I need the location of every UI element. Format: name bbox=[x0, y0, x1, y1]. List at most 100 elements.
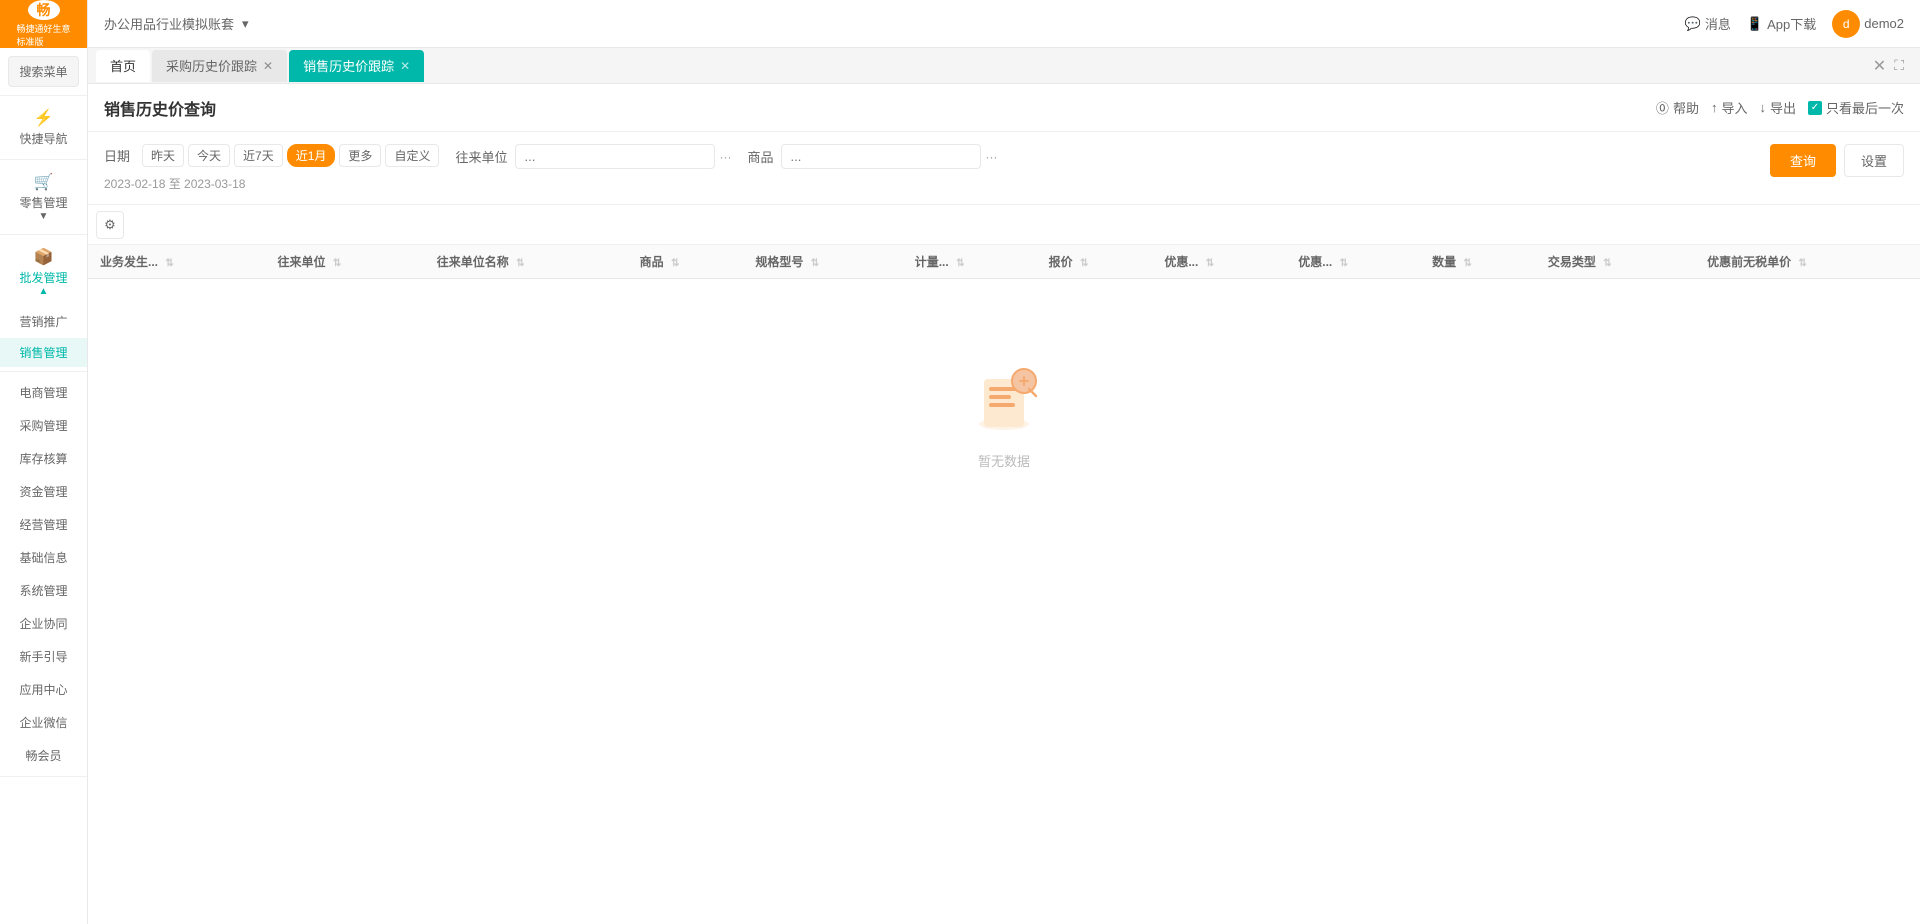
sidebar-item-basic[interactable]: 基础信息 bbox=[0, 541, 87, 574]
table-settings-button[interactable]: ⚙ bbox=[96, 211, 124, 239]
message-label: 消息 bbox=[1705, 14, 1731, 33]
sort-trade-type-icon: ⇅ bbox=[1603, 258, 1611, 269]
goods-more-icon[interactable]: ··· bbox=[985, 150, 997, 164]
date-filter-label: 日期 bbox=[104, 146, 130, 165]
sort-partner-name-icon: ⇅ bbox=[516, 258, 524, 269]
col-partner-code-label: 往来单位 bbox=[277, 255, 325, 269]
sidebar-item-inventory[interactable]: 库存核算 bbox=[0, 442, 87, 475]
only-last-checkbox-group[interactable]: ✓ 只看最后一次 bbox=[1808, 98, 1904, 117]
table-head: 业务发生... ⇅ 往来单位 ⇅ 往来单位名称 ⇅ 商品 bbox=[88, 245, 1920, 279]
sidebar-item-sales[interactable]: 销售管理 bbox=[0, 338, 87, 367]
search-menu-button[interactable]: 搜索菜单 bbox=[8, 56, 79, 87]
member-label: 畅会员 bbox=[25, 747, 61, 764]
retail-icon: 🛒 bbox=[34, 172, 54, 192]
sidebar-item-system[interactable]: 系统管理 bbox=[0, 574, 87, 607]
col-unit-label: 计量... bbox=[915, 255, 949, 269]
topbar-dropdown-button[interactable]: ▾ bbox=[242, 16, 249, 32]
partner-more-icon[interactable]: ··· bbox=[719, 150, 731, 164]
tab-home[interactable]: 首页 bbox=[96, 50, 150, 82]
date-buttons: 昨天 今天 近7天 近1月 更多 自定义 bbox=[142, 144, 439, 167]
user-avatar-button[interactable]: d demo2 bbox=[1832, 10, 1904, 38]
goods-filter-label: 商品 bbox=[747, 147, 773, 166]
date-btn-last1month[interactable]: 近1月 bbox=[287, 144, 336, 167]
tab-purchase-history-close[interactable]: ✕ bbox=[263, 59, 273, 73]
help-button[interactable]: ⓪ 帮助 bbox=[1656, 98, 1699, 117]
goods-input[interactable] bbox=[781, 144, 981, 169]
only-last-checkbox[interactable]: ✓ bbox=[1808, 101, 1822, 115]
wholesale-label: 批发管理 bbox=[19, 269, 67, 286]
col-goods[interactable]: 商品 ⇅ bbox=[628, 245, 744, 279]
col-spec[interactable]: 规格型号 ⇅ bbox=[743, 245, 902, 279]
settings-button[interactable]: 设置 bbox=[1844, 144, 1904, 177]
sidebar-item-operations[interactable]: 经营管理 bbox=[0, 508, 87, 541]
col-discount1[interactable]: 优惠... ⇅ bbox=[1152, 245, 1286, 279]
sidebar-item-wechat[interactable]: 企业微信 bbox=[0, 706, 87, 739]
username-label: demo2 bbox=[1864, 16, 1904, 31]
table-header-row: 业务发生... ⇅ 往来单位 ⇅ 往来单位名称 ⇅ 商品 bbox=[88, 245, 1920, 279]
date-filter-row: 日期 昨天 今天 近7天 近1月 更多 自定义 bbox=[104, 144, 439, 167]
sidebar-item-purchase[interactable]: 采购管理 bbox=[0, 409, 87, 442]
finance-label: 资金管理 bbox=[19, 483, 67, 500]
search-button[interactable]: 查询 bbox=[1770, 144, 1836, 177]
date-filter-section: 日期 昨天 今天 近7天 近1月 更多 自定义 2023-02-18 至 202… bbox=[104, 144, 439, 192]
col-discount2-label: 优惠... bbox=[1298, 255, 1332, 269]
sidebar-item-retail[interactable]: 🛒 零售管理 ▼ bbox=[0, 164, 87, 230]
export-label: 导出 bbox=[1770, 98, 1796, 117]
app-label: App下载 bbox=[1767, 14, 1816, 33]
date-btn-last7[interactable]: 近7天 bbox=[234, 144, 283, 167]
date-btn-more[interactable]: 更多 bbox=[339, 144, 381, 167]
sidebar-item-finance[interactable]: 资金管理 bbox=[0, 475, 87, 508]
partner-input[interactable] bbox=[515, 144, 715, 169]
page-title: 销售历史价查询 bbox=[104, 96, 216, 120]
date-btn-yesterday[interactable]: 昨天 bbox=[142, 144, 184, 167]
tab-sales-history[interactable]: 销售历史价跟踪 ✕ bbox=[289, 50, 424, 82]
tab-sales-history-close[interactable]: ✕ bbox=[400, 59, 410, 73]
topbar-right: 💬 消息 📱 App下载 d demo2 bbox=[1685, 10, 1904, 38]
system-label: 系统管理 bbox=[19, 582, 67, 599]
col-discount2[interactable]: 优惠... ⇅ bbox=[1286, 245, 1420, 279]
goods-filter-group: 商品 ··· bbox=[747, 144, 997, 169]
logo-icon: 畅 bbox=[28, 0, 60, 20]
sidebar-item-guide[interactable]: 新手引导 bbox=[0, 640, 87, 673]
col-trade-type[interactable]: 交易类型 ⇅ bbox=[1536, 245, 1695, 279]
col-unit[interactable]: 计量... ⇅ bbox=[903, 245, 1037, 279]
sidebar-item-member[interactable]: 畅会员 bbox=[0, 739, 87, 772]
col-partner-code[interactable]: 往来单位 ⇅ bbox=[265, 245, 424, 279]
sidebar-item-ecommerce[interactable]: 电商管理 bbox=[0, 376, 87, 409]
message-button[interactable]: 💬 消息 bbox=[1685, 14, 1731, 33]
app-download-button[interactable]: 📱 App下载 bbox=[1747, 14, 1816, 33]
date-btn-custom[interactable]: 自定义 bbox=[385, 144, 439, 167]
data-table: 业务发生... ⇅ 往来单位 ⇅ 往来单位名称 ⇅ 商品 bbox=[88, 245, 1920, 279]
col-quantity[interactable]: 数量 ⇅ bbox=[1420, 245, 1536, 279]
sidebar-item-apps[interactable]: 应用中心 bbox=[0, 673, 87, 706]
sidebar-search-section: 搜索菜单 bbox=[0, 48, 87, 96]
app-icon: 📱 bbox=[1747, 16, 1763, 32]
export-button[interactable]: ↓ 导出 bbox=[1759, 98, 1796, 117]
topbar-title: 办公用品行业模拟账套 bbox=[104, 14, 234, 33]
tab-expand-icon[interactable]: ⛶ bbox=[1894, 57, 1904, 74]
basic-label: 基础信息 bbox=[19, 549, 67, 566]
wholesale-arrow: ▲ bbox=[39, 286, 49, 297]
col-quote[interactable]: 报价 ⇅ bbox=[1037, 245, 1153, 279]
guide-label: 新手引导 bbox=[19, 648, 67, 665]
sort-pretax-price-icon: ⇅ bbox=[1799, 258, 1807, 269]
date-btn-today[interactable]: 今天 bbox=[188, 144, 230, 167]
tab-minimize-icon[interactable]: ✕ bbox=[1873, 56, 1886, 76]
main-area: 办公用品行业模拟账套 ▾ 💬 消息 📱 App下载 d demo2 首页 采购历… bbox=[88, 0, 1920, 924]
sidebar-item-quick-nav[interactable]: ⚡ 快捷导航 bbox=[0, 100, 87, 155]
col-business-date[interactable]: 业务发生... ⇅ bbox=[88, 245, 265, 279]
help-icon: ⓪ bbox=[1656, 98, 1669, 117]
tab-purchase-history[interactable]: 采购历史价跟踪 ✕ bbox=[152, 50, 287, 82]
col-pretax-price[interactable]: 优惠前无税单价 ⇅ bbox=[1695, 245, 1920, 279]
operations-label: 经营管理 bbox=[19, 516, 67, 533]
col-partner-name[interactable]: 往来单位名称 ⇅ bbox=[425, 245, 628, 279]
wechat-label: 企业微信 bbox=[19, 714, 67, 731]
sidebar-item-enterprise[interactable]: 企业协同 bbox=[0, 607, 87, 640]
filter-action-buttons: 查询 设置 bbox=[1770, 144, 1904, 177]
sidebar-item-marketing[interactable]: 营销推广 bbox=[0, 305, 87, 338]
logo-text: 畅捷通好生意标准版 bbox=[16, 22, 70, 48]
import-button[interactable]: ↑ 导入 bbox=[1711, 98, 1748, 117]
import-icon: ↑ bbox=[1711, 100, 1718, 115]
sidebar-item-wholesale[interactable]: 📦 批发管理 ▲ bbox=[0, 239, 87, 305]
avatar: d bbox=[1832, 10, 1860, 38]
